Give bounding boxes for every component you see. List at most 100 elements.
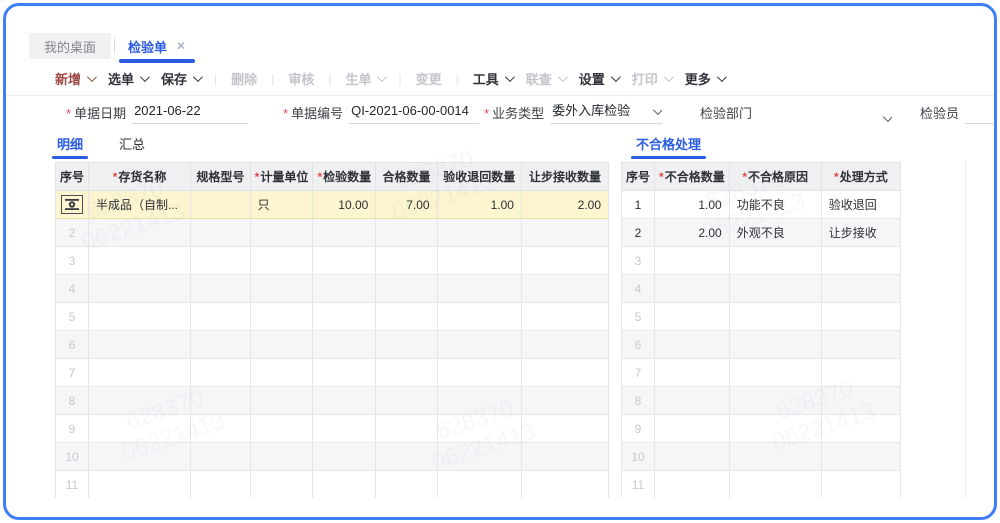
grid-cell[interactable]: 半成品（自制... xyxy=(89,191,191,219)
row-seq-cell[interactable]: 7 xyxy=(56,359,89,387)
toolbar-item-add[interactable]: 新增 xyxy=(55,69,94,88)
grid-cell[interactable] xyxy=(250,219,313,247)
row-seq-cell[interactable]: 10 xyxy=(622,443,655,471)
grid-cell[interactable] xyxy=(437,443,521,471)
grid-cell[interactable] xyxy=(191,275,251,303)
row-seq-cell[interactable]: 2 xyxy=(56,219,89,247)
row-seq-cell[interactable]: 10 xyxy=(56,443,89,471)
row-seq-cell[interactable]: 8 xyxy=(622,387,655,415)
grid-cell[interactable] xyxy=(437,219,521,247)
grid-cell[interactable] xyxy=(437,471,521,499)
grid-cell[interactable] xyxy=(191,415,251,443)
grid-cell[interactable]: 1.00 xyxy=(437,191,521,219)
grid-cell[interactable] xyxy=(313,219,376,247)
grid-cell[interactable] xyxy=(376,359,437,387)
grid-cell[interactable] xyxy=(250,471,313,499)
grid-cell[interactable] xyxy=(191,331,251,359)
toolbar-item-save[interactable]: 保存 xyxy=(161,69,200,88)
inspector-input[interactable] xyxy=(965,121,997,124)
grid-cell[interactable] xyxy=(89,359,191,387)
grid-cell[interactable] xyxy=(250,359,313,387)
row-seq-cell[interactable]: 1 xyxy=(622,191,655,219)
grid-cell[interactable] xyxy=(521,415,608,443)
grid-cell[interactable] xyxy=(89,219,191,247)
grid-cell[interactable] xyxy=(89,443,191,471)
grid-cell[interactable] xyxy=(821,331,900,359)
grid-cell[interactable] xyxy=(376,275,437,303)
grid-cell[interactable] xyxy=(191,219,251,247)
row-seq-cell[interactable]: 6 xyxy=(56,331,89,359)
row-seq-cell[interactable]: 3 xyxy=(622,247,655,275)
grid-cell[interactable] xyxy=(655,387,730,415)
grid-cell[interactable] xyxy=(521,219,608,247)
grid-cell[interactable] xyxy=(313,415,376,443)
grid-cell[interactable]: 2.00 xyxy=(655,219,730,247)
grid-cell[interactable]: 验收退回 xyxy=(821,191,900,219)
grid-cell[interactable] xyxy=(250,331,313,359)
grid-cell[interactable] xyxy=(89,331,191,359)
grid-cell[interactable] xyxy=(521,359,608,387)
row-seq-cell[interactable]: 9 xyxy=(56,415,89,443)
row-seq-cell[interactable]: 7 xyxy=(622,359,655,387)
grid-cell[interactable] xyxy=(313,471,376,499)
grid-cell[interactable] xyxy=(655,415,730,443)
grid-cell[interactable] xyxy=(250,275,313,303)
grid-cell[interactable] xyxy=(376,219,437,247)
grid-cell[interactable] xyxy=(376,247,437,275)
grid-cell[interactable] xyxy=(313,359,376,387)
grid-cell[interactable] xyxy=(376,471,437,499)
grid-cell[interactable] xyxy=(313,303,376,331)
grid-cell[interactable] xyxy=(821,471,900,499)
grid-cell[interactable] xyxy=(521,471,608,499)
grid-cell[interactable] xyxy=(655,443,730,471)
grid-cell[interactable] xyxy=(89,247,191,275)
doc-no-input[interactable]: QI-2021-06-00-0014 xyxy=(349,101,479,124)
grid-cell[interactable] xyxy=(821,275,900,303)
grid-cell[interactable] xyxy=(655,471,730,499)
row-seq-cell[interactable]: 3 xyxy=(56,247,89,275)
grid-cell[interactable] xyxy=(437,359,521,387)
grid-cell[interactable] xyxy=(250,443,313,471)
grid-cell[interactable] xyxy=(821,415,900,443)
grid-cell[interactable] xyxy=(729,387,821,415)
grid-cell[interactable] xyxy=(729,247,821,275)
grid-cell[interactable] xyxy=(655,303,730,331)
grid-cell[interactable] xyxy=(437,275,521,303)
doc-date-input[interactable]: 2021-06-22 xyxy=(132,101,248,124)
grid-cell[interactable]: 10.00 xyxy=(313,191,376,219)
grid-cell[interactable] xyxy=(313,443,376,471)
grid-cell[interactable] xyxy=(89,415,191,443)
grid-cell[interactable] xyxy=(376,387,437,415)
grid-cell[interactable] xyxy=(821,443,900,471)
grid-cell[interactable] xyxy=(729,275,821,303)
grid-cell[interactable] xyxy=(89,275,191,303)
grid-cell[interactable] xyxy=(376,415,437,443)
grid-cell[interactable] xyxy=(89,387,191,415)
grid-cell[interactable] xyxy=(313,247,376,275)
grid-cell[interactable] xyxy=(376,443,437,471)
grid-cell[interactable] xyxy=(250,303,313,331)
tab-inspection-order[interactable]: 检验单 ✕ xyxy=(119,33,195,59)
grid-cell[interactable]: 只 xyxy=(250,191,313,219)
grid-cell[interactable] xyxy=(437,247,521,275)
grid-cell[interactable] xyxy=(191,303,251,331)
grid-cell[interactable] xyxy=(437,303,521,331)
row-seq-cell[interactable]: 9 xyxy=(622,415,655,443)
grid-cell[interactable] xyxy=(191,191,251,219)
grid-cell[interactable] xyxy=(729,443,821,471)
grid-cell[interactable]: 外观不良 xyxy=(729,219,821,247)
inspect-dept-select[interactable] xyxy=(758,115,892,124)
grid-cell[interactable] xyxy=(521,303,608,331)
grid-cell[interactable]: 1.00 xyxy=(655,191,730,219)
row-seq-cell[interactable]: 2 xyxy=(622,219,655,247)
grid-cell[interactable] xyxy=(191,387,251,415)
grid-cell[interactable] xyxy=(729,331,821,359)
grid-cell[interactable] xyxy=(437,331,521,359)
section-title-nonconforming[interactable]: 不合格处理 xyxy=(631,134,706,153)
grid-cell[interactable] xyxy=(437,387,521,415)
close-icon[interactable]: ✕ xyxy=(176,39,186,53)
row-seq-cell[interactable]: 4 xyxy=(56,275,89,303)
toolbar-item-settings[interactable]: 设置 xyxy=(579,69,618,88)
grid-cell[interactable] xyxy=(821,387,900,415)
grid-cell[interactable] xyxy=(521,275,608,303)
